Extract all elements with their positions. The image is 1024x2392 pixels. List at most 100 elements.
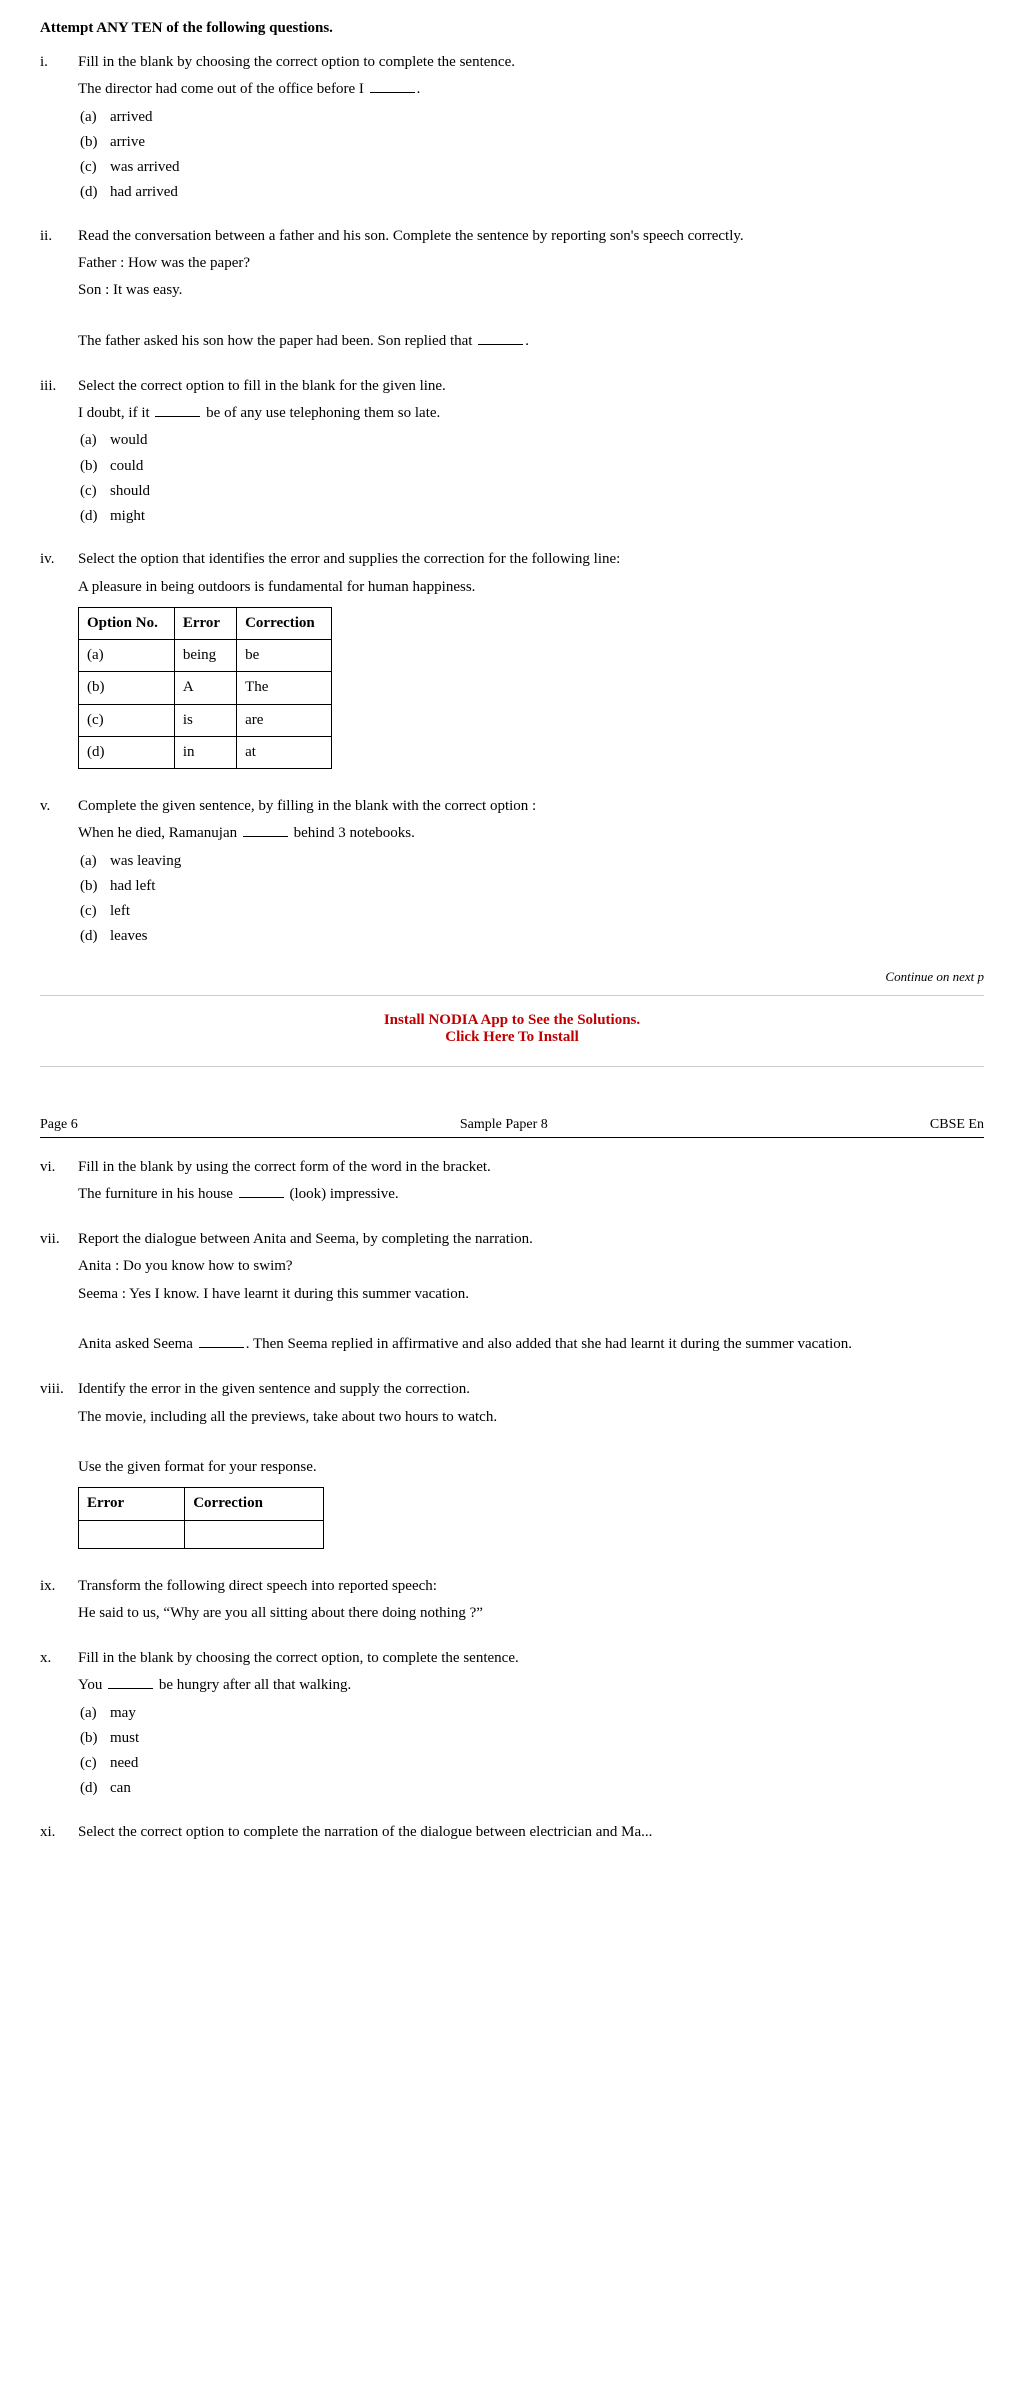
question-i: i. Fill in the blank by choosing the cor… — [40, 51, 984, 207]
q-num-iv: iv. — [40, 548, 78, 777]
question-vii: vii. Report the dialogue between Anita a… — [40, 1228, 984, 1360]
q-ii-line2: Son : It was easy. — [78, 279, 984, 302]
q-v-sentence: When he died, Ramanujan behind 3 noteboo… — [78, 822, 984, 845]
blank-vi — [239, 1197, 284, 1198]
table-row: (b) A The — [79, 672, 332, 704]
q-v-instruction: Complete the given sentence, by filling … — [78, 795, 984, 818]
q-v-options: (a) was leaving (b) had left (c) left (d… — [80, 850, 984, 949]
table-row — [79, 1520, 324, 1548]
option-iii-a: (a) would — [80, 429, 984, 452]
blank-i — [370, 92, 415, 93]
question-iv: iv. Select the option that identifies th… — [40, 548, 984, 777]
question-v: v. Complete the given sentence, by filli… — [40, 795, 984, 951]
q-ix-sentence: He said to us, “Why are you all sitting … — [78, 1602, 984, 1625]
page-footer-bar: Page 6 Sample Paper 8 CBSE En — [40, 1117, 984, 1138]
option-v-d: (d) leaves — [80, 925, 984, 948]
q-ii-sentence: The father asked his son how the paper h… — [78, 330, 984, 353]
q-x-sentence: You be hungry after all that walking. — [78, 1674, 984, 1697]
footer-title: Sample Paper 8 — [460, 1117, 548, 1133]
option-i-b: (b) arrive — [80, 131, 984, 154]
option-x-b: (b) must — [80, 1727, 984, 1750]
q-body-iv: Select the option that identifies the er… — [78, 548, 984, 777]
q-vi-sentence: The furniture in his house (look) impres… — [78, 1183, 984, 1206]
q-num-viii: viii. — [40, 1378, 78, 1556]
page-2: Page 6 Sample Paper 8 CBSE En vi. Fill i… — [0, 1097, 1024, 1896]
install-banner[interactable]: Install NODIA App to See the Solutions. … — [40, 995, 984, 1067]
q-num-xi: xi. — [40, 1821, 78, 1848]
q-vii-line1: Anita : Do you know how to swim? — [78, 1255, 984, 1278]
q-iv-sentence: A pleasure in being outdoors is fundamen… — [78, 576, 984, 599]
option-v-b: (b) had left — [80, 875, 984, 898]
blank-x — [108, 1688, 153, 1689]
question-iii: iii. Select the correct option to fill i… — [40, 375, 984, 531]
question-ix: ix. Transform the following direct speec… — [40, 1575, 984, 1630]
option-i-d: (d) had arrived — [80, 181, 984, 204]
q-body-iii: Select the correct option to fill in the… — [78, 375, 984, 531]
q-body-i: Fill in the blank by choosing the correc… — [78, 51, 984, 207]
q-viii-instruction: Identify the error in the given sentence… — [78, 1378, 984, 1401]
q-i-sentence: The director had come out of the office … — [78, 78, 984, 101]
option-iii-c: (c) should — [80, 480, 984, 503]
col-correction: Correction — [237, 607, 332, 639]
q-body-x: Fill in the blank by choosing the correc… — [78, 1647, 984, 1803]
q-num-ii: ii. — [40, 225, 78, 357]
q-ix-instruction: Transform the following direct speech in… — [78, 1575, 984, 1598]
q-ii-instruction: Read the conversation between a father a… — [78, 225, 984, 248]
q-iii-sentence: I doubt, if it be of any use telephoning… — [78, 402, 984, 425]
option-iii-b: (b) could — [80, 455, 984, 478]
question-vi: vi. Fill in the blank by using the corre… — [40, 1156, 984, 1211]
q-body-ii: Read the conversation between a father a… — [78, 225, 984, 357]
question-xi: xi. Select the correct option to complet… — [40, 1821, 984, 1848]
option-v-a: (a) was leaving — [80, 850, 984, 873]
install-line1: Install NODIA App to See the Solutions. — [40, 1012, 984, 1029]
question-ii: ii. Read the conversation between a fath… — [40, 225, 984, 357]
option-i-a: (a) arrived — [80, 106, 984, 129]
table-row: (a) being be — [79, 640, 332, 672]
q-body-viii: Identify the error in the given sentence… — [78, 1378, 984, 1556]
table-row: (d) in at — [79, 736, 332, 768]
q-body-vii: Report the dialogue between Anita and Se… — [78, 1228, 984, 1360]
q-num-vi: vi. — [40, 1156, 78, 1211]
q-num-ix: ix. — [40, 1575, 78, 1630]
footer-board: CBSE En — [930, 1117, 984, 1133]
blank-v — [243, 836, 288, 837]
table-row: (c) is are — [79, 704, 332, 736]
q-body-ix: Transform the following direct speech in… — [78, 1575, 984, 1630]
blank-iii — [155, 416, 200, 417]
page-header: Attempt ANY TEN of the following questio… — [40, 20, 984, 37]
q-viii-table: Error Correction — [78, 1487, 324, 1548]
q-num-v: v. — [40, 795, 78, 951]
q-x-options: (a) may (b) must (c) need (d) can — [80, 1702, 984, 1801]
q-vii-instruction: Report the dialogue between Anita and Se… — [78, 1228, 984, 1251]
col-option: Option No. — [79, 607, 175, 639]
q-body-v: Complete the given sentence, by filling … — [78, 795, 984, 951]
q-body-xi: Select the correct option to complete th… — [78, 1821, 984, 1848]
option-i-c: (c) was arrived — [80, 156, 984, 179]
q-body-vi: Fill in the blank by using the correct f… — [78, 1156, 984, 1211]
option-x-d: (d) can — [80, 1777, 984, 1800]
col-correction-viii: Correction — [185, 1488, 324, 1520]
option-v-c: (c) left — [80, 900, 984, 923]
q-viii-sentence: The movie, including all the previews, t… — [78, 1406, 984, 1429]
q-num-vii: vii. — [40, 1228, 78, 1360]
q-i-options: (a) arrived (b) arrive (c) was arrived (… — [80, 106, 984, 205]
option-x-c: (c) need — [80, 1752, 984, 1775]
q-num-iii: iii. — [40, 375, 78, 531]
q-num-x: x. — [40, 1647, 78, 1803]
q-iii-instruction: Select the correct option to fill in the… — [78, 375, 984, 398]
col-error: Error — [174, 607, 236, 639]
question-x: x. Fill in the blank by choosing the cor… — [40, 1647, 984, 1803]
q-iv-instruction: Select the option that identifies the er… — [78, 548, 984, 571]
install-line2: Click Here To Install — [40, 1029, 984, 1046]
q-iv-table: Option No. Error Correction (a) being be… — [78, 607, 332, 769]
option-x-a: (a) may — [80, 1702, 984, 1725]
q-ii-line1: Father : How was the paper? — [78, 252, 984, 275]
q-num-i: i. — [40, 51, 78, 207]
q-vii-line2: Seema : Yes I know. I have learnt it dur… — [78, 1283, 984, 1306]
footer-page: Page 6 — [40, 1117, 78, 1133]
option-iii-d: (d) might — [80, 505, 984, 528]
blank-ii — [478, 344, 523, 345]
continue-note: Continue on next p — [40, 969, 984, 985]
blank-vii — [199, 1347, 244, 1348]
q-vi-instruction: Fill in the blank by using the correct f… — [78, 1156, 984, 1179]
